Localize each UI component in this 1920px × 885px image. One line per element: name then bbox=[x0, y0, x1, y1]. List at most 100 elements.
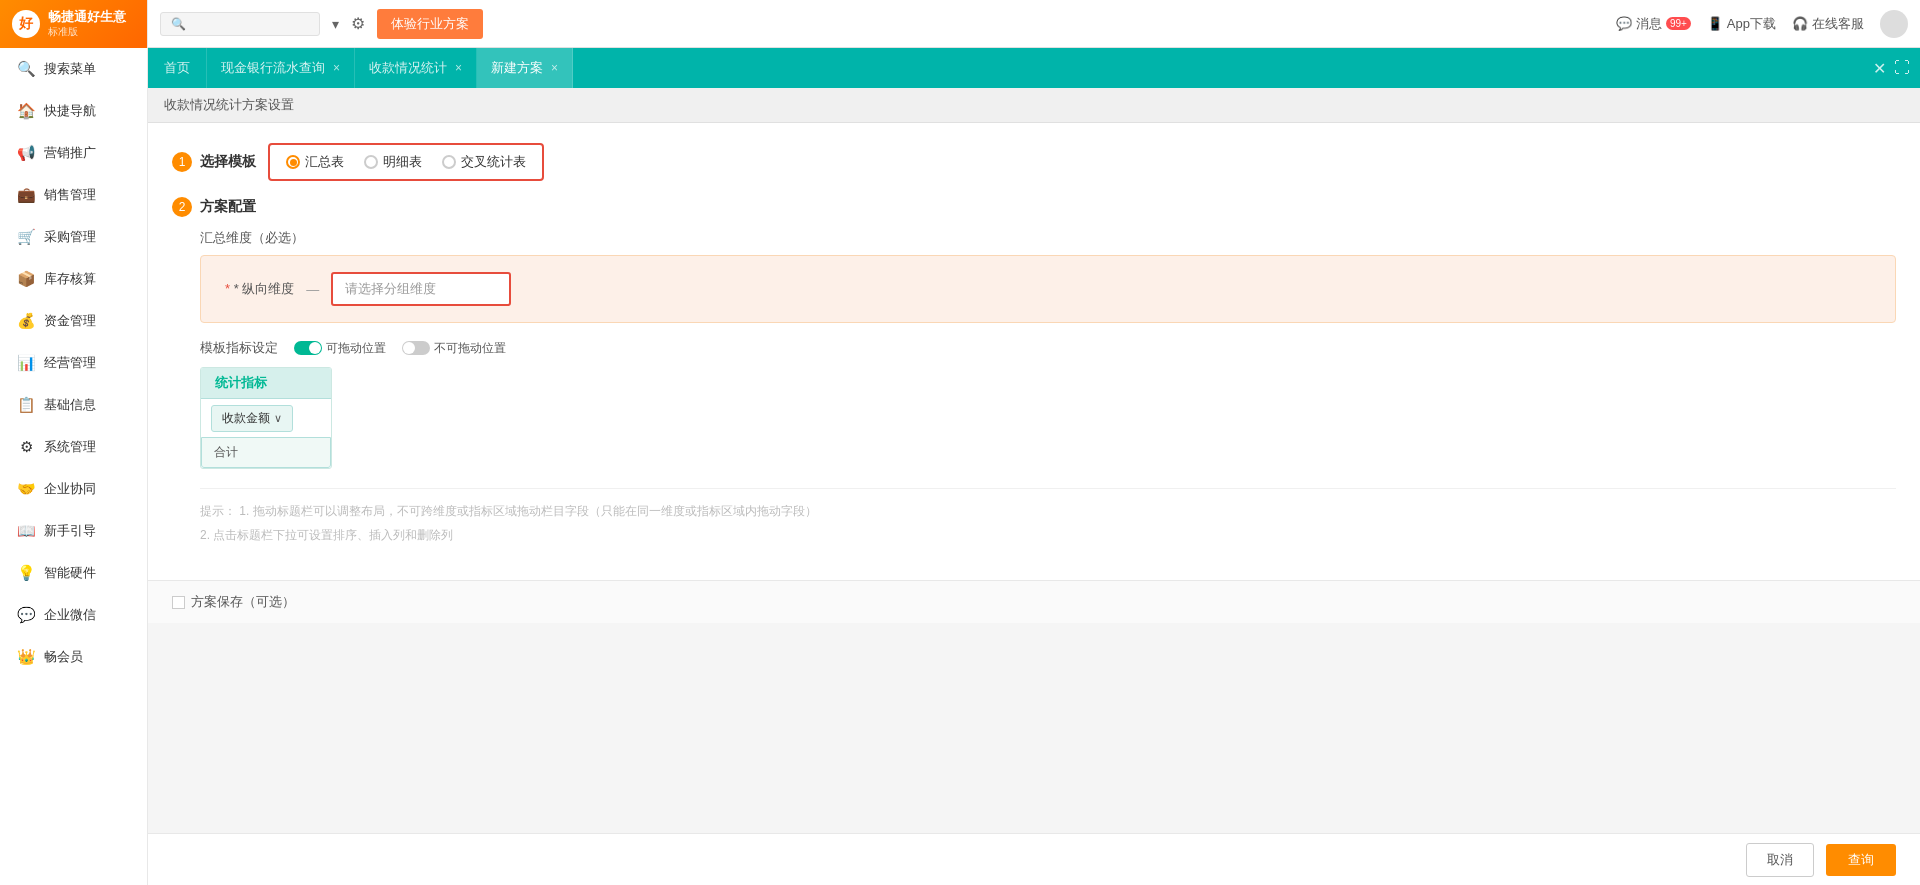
movable-tag: 可拖动位置 bbox=[294, 340, 386, 357]
user-avatar[interactable] bbox=[1880, 10, 1908, 38]
tab-1[interactable]: 现金银行流水查询 × bbox=[207, 48, 355, 88]
sidebar-item-5[interactable]: 📦 库存核算 bbox=[0, 258, 147, 300]
maximize-icon[interactable]: ⛶ bbox=[1894, 59, 1910, 77]
tab-close-1[interactable]: × bbox=[333, 61, 340, 75]
dimension-row-label: * * 纵向维度 bbox=[225, 280, 294, 298]
sidebar-icon-6: 💰 bbox=[16, 312, 36, 330]
step2-title: 方案配置 bbox=[200, 198, 256, 216]
sidebar-icon-7: 📊 bbox=[16, 354, 36, 372]
immovable-tag: 不可拖动位置 bbox=[402, 340, 506, 357]
cancel-button[interactable]: 取消 bbox=[1746, 843, 1814, 877]
sidebar-item-12[interactable]: 💡 智能硬件 bbox=[0, 552, 147, 594]
sidebar-icon-5: 📦 bbox=[16, 270, 36, 288]
close-window-icon[interactable]: ✕ bbox=[1873, 59, 1886, 78]
tab-label-1: 现金银行流水查询 bbox=[221, 59, 325, 77]
sidebar-item-14[interactable]: 👑畅会员 bbox=[0, 636, 147, 678]
logo-icon: 好 bbox=[12, 10, 40, 38]
tab-0[interactable]: 首页 bbox=[148, 48, 207, 88]
step2-content: 汇总维度（必选） * * 纵向维度 — 请选择分组维度 bbox=[200, 229, 1896, 560]
tab-label-2: 收款情况统计 bbox=[369, 59, 447, 77]
download-icon: 📱 bbox=[1707, 16, 1723, 31]
download-item[interactable]: 📱 App下载 bbox=[1707, 15, 1776, 33]
sidebar-label-9: 系统管理 bbox=[44, 438, 96, 456]
tab-close-2[interactable]: × bbox=[455, 61, 462, 75]
form-section: 1 选择模板 汇总表 明细表 交叉统计表 bbox=[148, 123, 1920, 580]
sidebar-item-6[interactable]: 💰资金管理 bbox=[0, 300, 147, 342]
sidebar-icon-2: 📢 bbox=[16, 144, 36, 162]
save-section: 方案保存（可选） bbox=[148, 580, 1920, 623]
service-label: 在线客服 bbox=[1812, 15, 1864, 33]
sidebar-label-12: 智能硬件 bbox=[44, 564, 96, 582]
metrics-tag-label: 收款金额 bbox=[222, 410, 270, 427]
sidebar-item-7[interactable]: 📊经营管理 bbox=[0, 342, 147, 384]
sidebar-item-1[interactable]: 🏠快捷导航 bbox=[0, 90, 147, 132]
topbar-right: 💬 消息 99+ 📱 App下载 🎧 在线客服 bbox=[1616, 10, 1908, 38]
save-checkbox-item[interactable]: 方案保存（可选） bbox=[172, 593, 295, 611]
radio-cross-circle bbox=[442, 155, 456, 169]
dimension-placeholder: 请选择分组维度 bbox=[345, 281, 436, 296]
template-radio-group: 汇总表 明细表 交叉统计表 bbox=[268, 143, 544, 181]
sidebar-item-13[interactable]: 💬企业微信 bbox=[0, 594, 147, 636]
stats-title-row: 统计指标 bbox=[201, 368, 331, 399]
step2-section: 2 方案配置 汇总维度（必选） * * 纵向维度 bbox=[172, 197, 1896, 560]
query-button[interactable]: 查询 bbox=[1826, 844, 1896, 876]
radio-summary-circle bbox=[286, 155, 300, 169]
hint-text: 提示： 1. 拖动标题栏可以调整布局，不可跨维度或指标区域拖动栏目字段（只能在同… bbox=[200, 501, 1896, 546]
tab-3[interactable]: 新建方案× bbox=[477, 48, 573, 88]
trial-button[interactable]: 体验行业方案 bbox=[377, 9, 483, 39]
metrics-title: 模板指标设定 bbox=[200, 339, 278, 357]
step1-title: 选择模板 bbox=[200, 153, 256, 171]
immovable-label: 不可拖动位置 bbox=[434, 340, 506, 357]
tab-close-3[interactable]: × bbox=[551, 61, 558, 75]
sidebar-icon-12: 💡 bbox=[16, 564, 36, 582]
sidebar-item-8[interactable]: 📋基础信息 bbox=[0, 384, 147, 426]
message-item[interactable]: 💬 消息 99+ bbox=[1616, 15, 1691, 33]
topbar-gear-icon[interactable]: ⚙ bbox=[351, 14, 365, 33]
sidebar-icon-13: 💬 bbox=[16, 606, 36, 624]
radio-cross-label: 交叉统计表 bbox=[461, 153, 526, 171]
sidebar-item-0[interactable]: 🔍搜索菜单 bbox=[0, 48, 147, 90]
metrics-header: 模板指标设定 可拖动位置 不可拖动位置 bbox=[200, 339, 1896, 357]
immovable-toggle[interactable] bbox=[402, 341, 430, 355]
sidebar-item-4[interactable]: 🛒采购管理 bbox=[0, 216, 147, 258]
subtag-label: 合计 bbox=[214, 445, 238, 459]
content-area: 收款情况统计方案设置 1 选择模板 汇总表 明细表 bbox=[148, 88, 1920, 885]
metrics-subtag-row: 合计 bbox=[201, 437, 331, 468]
step2-num: 2 bbox=[172, 197, 192, 217]
metrics-tag-amount[interactable]: 收款金额 ∨ bbox=[211, 405, 293, 432]
sidebar-item-9[interactable]: ⚙系统管理 bbox=[0, 426, 147, 468]
stats-title: 统计指标 bbox=[215, 375, 267, 390]
message-label: 消息 bbox=[1636, 15, 1662, 33]
tab-label-0: 首页 bbox=[164, 59, 190, 77]
movable-toggle[interactable] bbox=[294, 341, 322, 355]
save-checkbox[interactable] bbox=[172, 596, 185, 609]
sidebar-icon-0: 🔍 bbox=[16, 60, 36, 78]
search-input[interactable] bbox=[190, 17, 310, 31]
sidebar-label-5: 库存核算 bbox=[44, 270, 96, 288]
dimension-selector[interactable]: 请选择分组维度 bbox=[331, 272, 511, 306]
topbar-dropdown[interactable]: ▾ bbox=[332, 16, 339, 32]
sidebar-icon-4: 🛒 bbox=[16, 228, 36, 246]
radio-detail-label: 明细表 bbox=[383, 153, 422, 171]
dimension-arrow: — bbox=[306, 282, 319, 297]
movable-label: 可拖动位置 bbox=[326, 340, 386, 357]
search-box[interactable]: 🔍 bbox=[160, 12, 320, 36]
hint-section: 提示： 1. 拖动标题栏可以调整布局，不可跨维度或指标区域拖动栏目字段（只能在同… bbox=[200, 488, 1896, 560]
sidebar-item-3[interactable]: 💼销售管理 bbox=[0, 174, 147, 216]
sidebar-item-10[interactable]: 🤝企业协同 bbox=[0, 468, 147, 510]
hint-line-1: 提示： 1. 拖动标题栏可以调整布局，不可跨维度或指标区域拖动栏目字段（只能在同… bbox=[200, 501, 1896, 523]
radio-cross[interactable]: 交叉统计表 bbox=[442, 153, 526, 171]
metrics-tag-row: 收款金额 ∨ bbox=[201, 399, 331, 438]
tab-2[interactable]: 收款情况统计 × bbox=[355, 48, 477, 88]
sidebar-icon-1: 🏠 bbox=[16, 102, 36, 120]
sidebar-item-2[interactable]: 📢营销推广 bbox=[0, 132, 147, 174]
radio-summary[interactable]: 汇总表 bbox=[286, 153, 344, 171]
radio-detail[interactable]: 明细表 bbox=[364, 153, 422, 171]
app-name: 畅捷通好生意 bbox=[48, 9, 126, 25]
tag-dropdown-icon: ∨ bbox=[274, 412, 282, 425]
sidebar-item-11[interactable]: 📖新手引导 bbox=[0, 510, 147, 552]
sidebar-icon-11: 📖 bbox=[16, 522, 36, 540]
service-icon: 🎧 bbox=[1792, 16, 1808, 31]
service-item[interactable]: 🎧 在线客服 bbox=[1792, 15, 1864, 33]
sidebar-icon-3: 💼 bbox=[16, 186, 36, 204]
